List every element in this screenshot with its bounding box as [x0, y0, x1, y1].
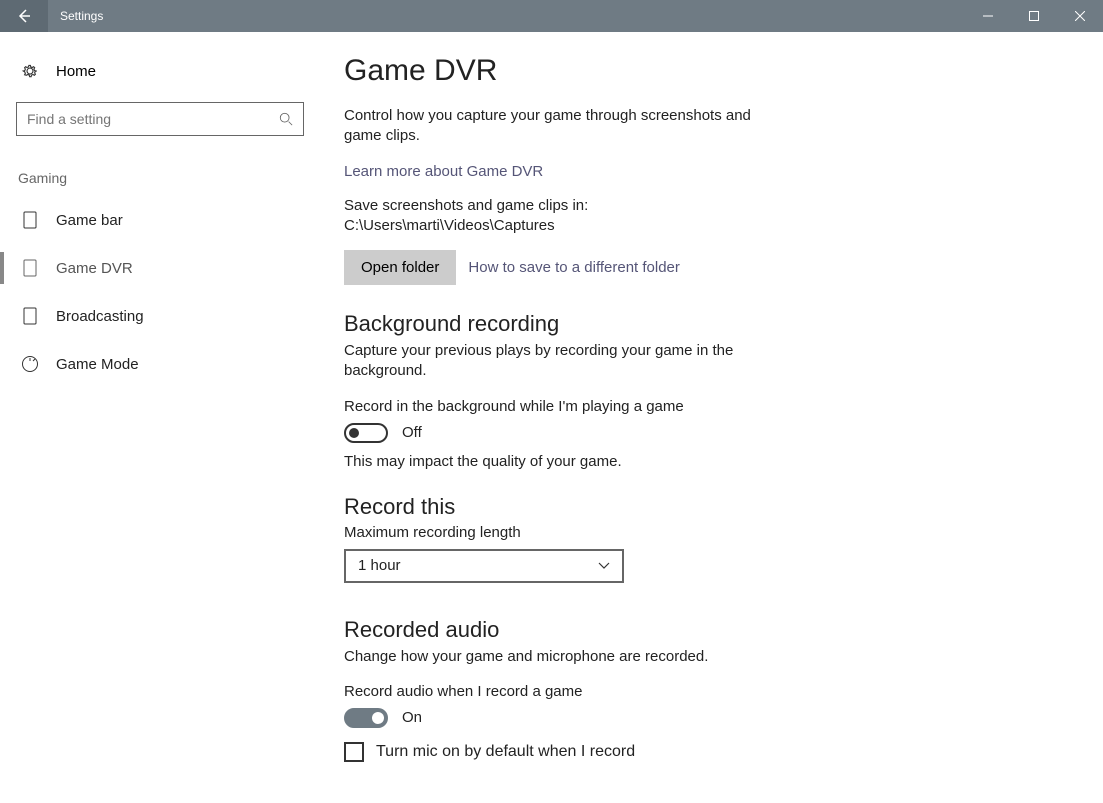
- nav-item-game-bar[interactable]: Game bar: [16, 196, 304, 244]
- audio-toggle[interactable]: [344, 708, 388, 728]
- close-icon: [1075, 11, 1085, 21]
- nav-label: Game Mode: [56, 356, 139, 373]
- howto-link[interactable]: How to save to a different folder: [468, 259, 680, 276]
- page-title: Game DVR: [344, 54, 1023, 88]
- search-input[interactable]: [27, 111, 279, 127]
- bg-note: This may impact the quality of your game…: [344, 453, 1023, 470]
- gear-icon: [20, 62, 40, 80]
- search-box[interactable]: [16, 102, 304, 136]
- window-title: Settings: [48, 9, 103, 23]
- learn-more-link[interactable]: Learn more about Game DVR: [344, 163, 543, 180]
- main-content: Game DVR Control how you capture your ga…: [320, 32, 1103, 803]
- audio-toggle-state: On: [402, 709, 422, 726]
- search-icon: [279, 112, 293, 126]
- nav-label: Game bar: [56, 212, 123, 229]
- game-dvr-icon: [20, 259, 40, 277]
- minimize-icon: [983, 11, 993, 21]
- nav-item-broadcasting[interactable]: Broadcasting: [16, 292, 304, 340]
- background-recording-desc: Capture your previous plays by recording…: [344, 341, 764, 382]
- sidebar: Home Gaming Game bar Game DVR Broadcasti…: [0, 32, 320, 803]
- game-bar-icon: [20, 211, 40, 229]
- bg-toggle-state: Off: [402, 424, 422, 441]
- mic-checkbox-label: Turn mic on by default when I record: [376, 743, 635, 761]
- background-recording-heading: Background recording: [344, 311, 1023, 337]
- audio-toggle-label: Record audio when I record a game: [344, 683, 1023, 700]
- game-mode-icon: [20, 355, 40, 373]
- titlebar: Settings: [0, 0, 1103, 32]
- back-button[interactable]: [0, 0, 48, 32]
- maximize-icon: [1029, 11, 1039, 21]
- home-label: Home: [56, 63, 96, 80]
- select-value: 1 hour: [358, 557, 401, 574]
- recorded-audio-heading: Recorded audio: [344, 617, 1023, 643]
- arrow-left-icon: [16, 8, 32, 24]
- nav-item-game-dvr[interactable]: Game DVR: [16, 244, 304, 292]
- chevron-down-icon: [598, 562, 610, 570]
- open-folder-button[interactable]: Open folder: [344, 250, 456, 285]
- save-path-text: Save screenshots and game clips in: C:\U…: [344, 196, 764, 237]
- nav-item-game-mode[interactable]: Game Mode: [16, 340, 304, 388]
- home-button[interactable]: Home: [16, 52, 304, 90]
- nav-label: Broadcasting: [56, 308, 144, 325]
- section-label: Gaming: [16, 166, 304, 196]
- recorded-audio-desc: Change how your game and microphone are …: [344, 647, 764, 667]
- mic-checkbox[interactable]: [344, 742, 364, 762]
- bg-recording-toggle[interactable]: [344, 423, 388, 443]
- page-description: Control how you capture your game throug…: [344, 106, 764, 147]
- max-length-label: Maximum recording length: [344, 524, 1023, 541]
- maximize-button[interactable]: [1011, 0, 1057, 32]
- close-button[interactable]: [1057, 0, 1103, 32]
- record-this-heading: Record this: [344, 494, 1023, 520]
- broadcasting-icon: [20, 307, 40, 325]
- nav-label: Game DVR: [56, 260, 133, 277]
- minimize-button[interactable]: [965, 0, 1011, 32]
- bg-toggle-label: Record in the background while I'm playi…: [344, 398, 1023, 415]
- max-length-select[interactable]: 1 hour: [344, 549, 624, 583]
